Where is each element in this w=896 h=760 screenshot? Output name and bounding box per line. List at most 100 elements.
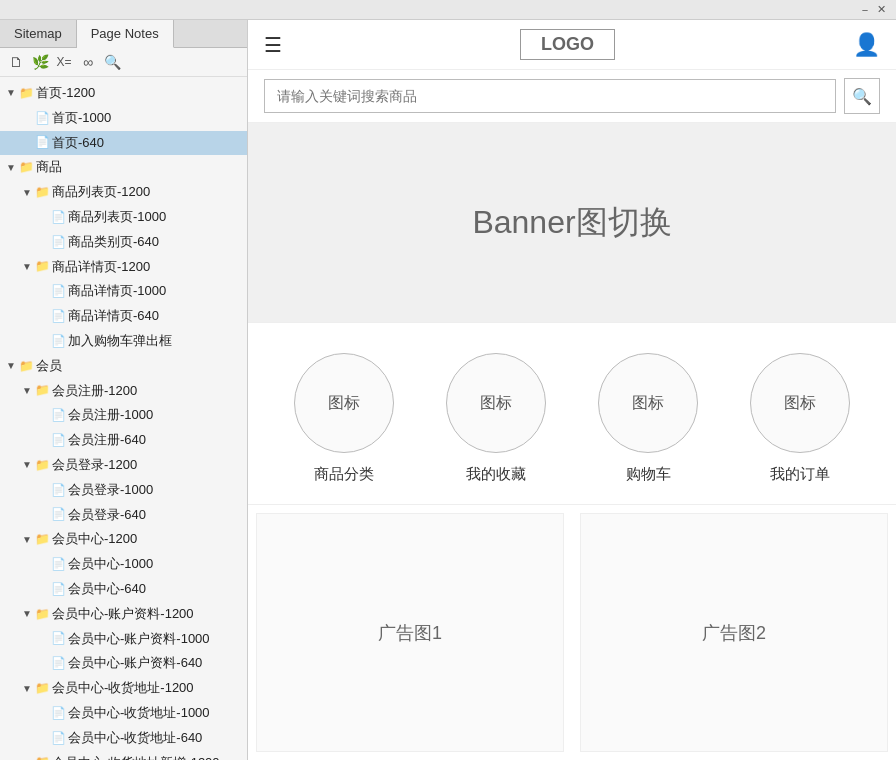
tree-label: 会员中心-账户资料-1200 [52, 604, 194, 625]
tree-arrow-placeholder [36, 483, 50, 497]
tree-node-n7[interactable]: 📄 商品类别页-640 [0, 230, 247, 255]
tree-node-n27[interactable]: 📄 会员中心-收货地址-640 [0, 726, 247, 751]
tree-label: 首页-640 [52, 133, 104, 154]
search-button[interactable]: 🔍 [844, 78, 880, 114]
folder-icon: 📁 [34, 457, 50, 473]
icon-item-ic3[interactable]: 图标 购物车 [598, 353, 698, 484]
file-icon: 📄 [50, 730, 66, 746]
tree-arrow: ▼ [20, 260, 34, 274]
tree-node-n22[interactable]: ▼ 📁 会员中心-账户资料-1200 [0, 602, 247, 627]
tree-label: 会员注册-640 [68, 430, 146, 451]
tree-node-n15[interactable]: 📄 会员注册-640 [0, 428, 247, 453]
file-icon: 📄 [50, 309, 66, 325]
tree-label: 会员登录-1200 [52, 455, 137, 476]
tree-arrow-placeholder [36, 508, 50, 522]
tree-node-n1[interactable]: ▼ 📁 首页-1200 [0, 81, 247, 106]
tree-arrow: ▼ [20, 186, 34, 200]
tree-arrow: ▼ [4, 86, 18, 100]
tree-label: 会员注册-1000 [68, 405, 153, 426]
file-icon: 📄 [50, 234, 66, 250]
tree-node-n24[interactable]: 📄 会员中心-账户资料-640 [0, 651, 247, 676]
left-panel: Sitemap Page Notes 🗋 🌿 X= ∞ 🔍 ▼ 📁 首页-120… [0, 20, 248, 760]
folder-icon: 📁 [34, 383, 50, 399]
file-icon: 📄 [50, 557, 66, 573]
tree-label: 商品列表页-1000 [68, 207, 166, 228]
close-button[interactable]: ✕ [874, 3, 888, 17]
search-bar: 🔍 [248, 70, 896, 123]
file-icon: 📄 [50, 482, 66, 498]
tree-arrow: ▼ [20, 756, 34, 760]
tree-node-n25[interactable]: ▼ 📁 会员中心-收货地址-1200 [0, 676, 247, 701]
tree-arrow: ▼ [4, 161, 18, 175]
tree-arrow-placeholder [36, 706, 50, 720]
tree-arrow-placeholder [36, 210, 50, 224]
icon-item-ic1[interactable]: 图标 商品分类 [294, 353, 394, 484]
tree-label: 商品列表页-1200 [52, 182, 150, 203]
ad-block-ad1: 广告图1 [256, 513, 564, 752]
tree-arrow-placeholder [36, 558, 50, 572]
user-icon[interactable]: 👤 [853, 32, 880, 58]
icon-circle-ic4: 图标 [750, 353, 850, 453]
tree-node-n8[interactable]: ▼ 📁 商品详情页-1200 [0, 255, 247, 280]
tree-node-n20[interactable]: 📄 会员中心-1000 [0, 552, 247, 577]
toolbar: 🗋 🌿 X= ∞ 🔍 [0, 48, 247, 77]
icon-item-ic2[interactable]: 图标 我的收藏 [446, 353, 546, 484]
search-button-icon: 🔍 [852, 87, 872, 106]
file-icon: 📄 [50, 507, 66, 523]
tree-node-n13[interactable]: ▼ 📁 会员注册-1200 [0, 379, 247, 404]
tree-label: 首页-1000 [52, 108, 111, 129]
icon-circle-ic3: 图标 [598, 353, 698, 453]
folder-icon: 📁 [18, 160, 34, 176]
ad-block-ad2: 广告图2 [580, 513, 888, 752]
search-input[interactable] [264, 79, 836, 113]
tree-node-n4[interactable]: ▼ 📁 商品 [0, 155, 247, 180]
tree-node-n17[interactable]: 📄 会员登录-1000 [0, 478, 247, 503]
page-icon[interactable]: 🗋 [6, 52, 26, 72]
tree-label: 首页-1200 [36, 83, 95, 104]
tree-label: 会员中心-1200 [52, 529, 137, 550]
tree-label: 会员中心-收货地址新增-1200 [52, 753, 220, 760]
tree-node-n9[interactable]: 📄 商品详情页-1000 [0, 279, 247, 304]
tree-node-n21[interactable]: 📄 会员中心-640 [0, 577, 247, 602]
tree-node-n3[interactable]: 📄 首页-640 [0, 131, 247, 156]
tree-label: 商品详情页-1000 [68, 281, 166, 302]
tree-node-n16[interactable]: ▼ 📁 会员登录-1200 [0, 453, 247, 478]
menu-icon[interactable]: ☰ [264, 33, 282, 57]
tree-arrow: ▼ [4, 359, 18, 373]
tree-arrow-placeholder [36, 632, 50, 646]
tree-container: ▼ 📁 首页-1200 📄 首页-1000 📄 首页-640 ▼ 📁 商品 ▼ … [0, 77, 247, 760]
tree-node-n19[interactable]: ▼ 📁 会员中心-1200 [0, 527, 247, 552]
main-layout: Sitemap Page Notes 🗋 🌿 X= ∞ 🔍 ▼ 📁 首页-120… [0, 20, 896, 760]
icon-item-ic4[interactable]: 图标 我的订单 [750, 353, 850, 484]
folder-icon: 📁 [34, 259, 50, 275]
file-icon: 📄 [34, 110, 50, 126]
tree-label: 商品 [36, 157, 62, 178]
tree-node-n26[interactable]: 📄 会员中心-收货地址-1000 [0, 701, 247, 726]
tree-node-n11[interactable]: 📄 加入购物车弹出框 [0, 329, 247, 354]
tree-label: 会员中心-收货地址-1200 [52, 678, 194, 699]
tab-sitemap[interactable]: Sitemap [0, 20, 77, 47]
tree-label: 加入购物车弹出框 [68, 331, 172, 352]
tree-node-n23[interactable]: 📄 会员中心-账户资料-1000 [0, 627, 247, 652]
minimize-button[interactable]: − [858, 3, 872, 17]
tree-label: 会员 [36, 356, 62, 377]
file-icon: 📄 [50, 656, 66, 672]
tree-node-n12[interactable]: ▼ 📁 会员 [0, 354, 247, 379]
tree-node-n18[interactable]: 📄 会员登录-640 [0, 503, 247, 528]
tree-node-n5[interactable]: ▼ 📁 商品列表页-1200 [0, 180, 247, 205]
link-icon[interactable]: ∞ [78, 52, 98, 72]
tree-node-n6[interactable]: 📄 商品列表页-1000 [0, 205, 247, 230]
tree-label: 会员中心-收货地址-640 [68, 728, 202, 749]
tree-node-n10[interactable]: 📄 商品详情页-640 [0, 304, 247, 329]
file-icon: 📄 [50, 433, 66, 449]
tree-icon[interactable]: 🌿 [30, 52, 50, 72]
tree-node-n14[interactable]: 📄 会员注册-1000 [0, 403, 247, 428]
title-bar: − ✕ [0, 0, 896, 20]
file-icon: 📄 [50, 705, 66, 721]
search-icon[interactable]: 🔍 [102, 52, 122, 72]
tree-node-n2[interactable]: 📄 首页-1000 [0, 106, 247, 131]
file-icon: 📄 [50, 408, 66, 424]
icon-circle-ic2: 图标 [446, 353, 546, 453]
tab-page-notes[interactable]: Page Notes [77, 20, 174, 48]
tree-node-n28[interactable]: ▼ 📁 会员中心-收货地址新增-1200 [0, 751, 247, 760]
